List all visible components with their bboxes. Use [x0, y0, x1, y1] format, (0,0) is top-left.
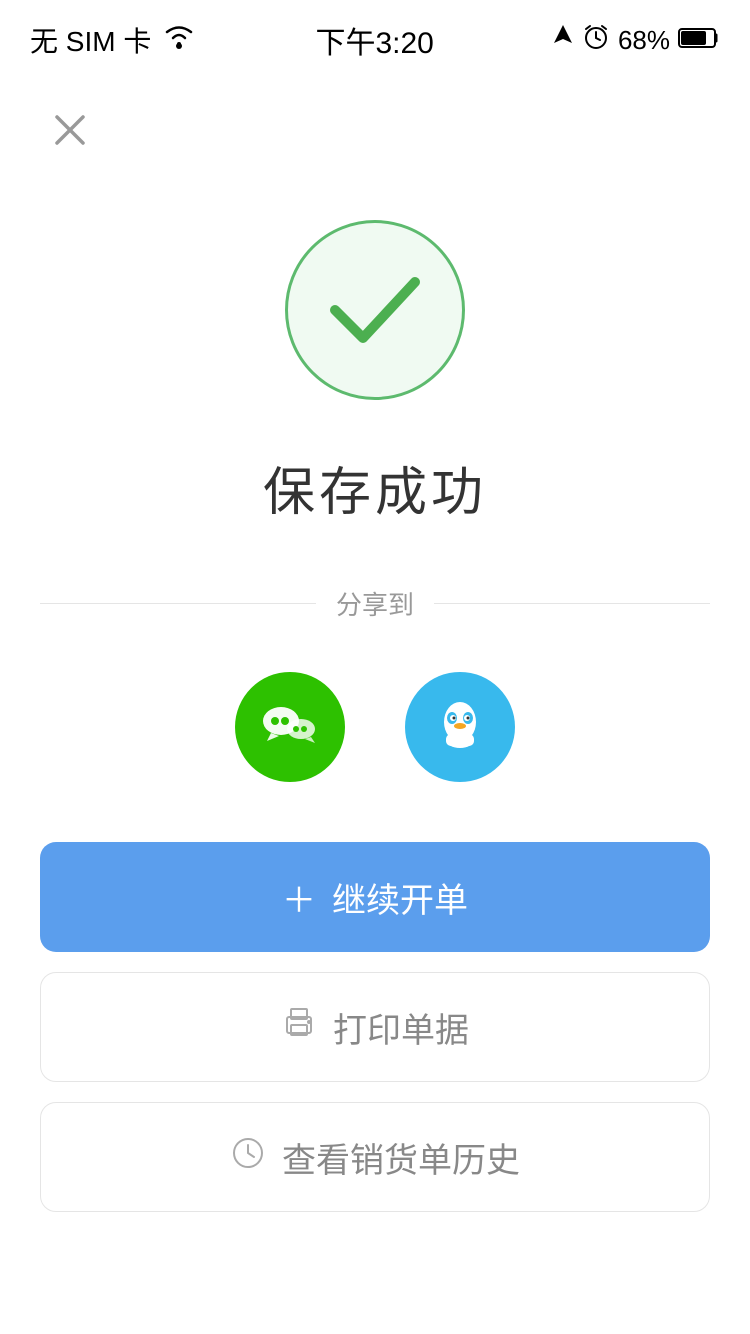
- battery-icon: [678, 25, 720, 56]
- status-time: 下午3:20: [315, 18, 433, 62]
- divider-left: [40, 603, 316, 604]
- status-left: 无 SIM 卡: [30, 20, 197, 60]
- divider-right: [434, 603, 710, 604]
- share-qq-button[interactable]: [405, 672, 515, 782]
- history-label: 查看销货单历史: [282, 1133, 520, 1182]
- share-icons: [235, 672, 515, 782]
- share-divider: 分享到: [40, 585, 710, 622]
- print-label: 打印单据: [333, 1003, 469, 1052]
- continue-label: 继续开单: [332, 873, 468, 922]
- wifi-icon: [161, 24, 197, 57]
- success-title: 保存成功: [263, 450, 487, 525]
- alarm-icon: [582, 23, 610, 58]
- continue-button[interactable]: ＋ 继续开单: [40, 842, 710, 952]
- share-wechat-button[interactable]: [235, 672, 345, 782]
- share-section: 分享到: [40, 585, 710, 782]
- main-content: 保存成功 分享到: [0, 80, 750, 1232]
- close-button-container: [40, 100, 710, 160]
- action-buttons: ＋ 继续开单 打印单据 查看销货单历史: [40, 842, 710, 1212]
- close-button[interactable]: [40, 100, 100, 160]
- status-bar: 无 SIM 卡 下午3:20 68%: [0, 0, 750, 80]
- battery-text: 68%: [618, 25, 670, 56]
- continue-icon: ＋: [282, 873, 316, 922]
- location-icon: [552, 23, 574, 58]
- status-right: 68%: [552, 23, 720, 58]
- history-icon: [230, 1135, 266, 1180]
- print-button[interactable]: 打印单据: [40, 972, 710, 1082]
- history-button[interactable]: 查看销货单历史: [40, 1102, 710, 1212]
- print-icon: [281, 1005, 317, 1050]
- share-label: 分享到: [336, 585, 414, 622]
- carrier-text: 无 SIM 卡: [30, 20, 151, 60]
- success-icon-circle: [285, 220, 465, 400]
